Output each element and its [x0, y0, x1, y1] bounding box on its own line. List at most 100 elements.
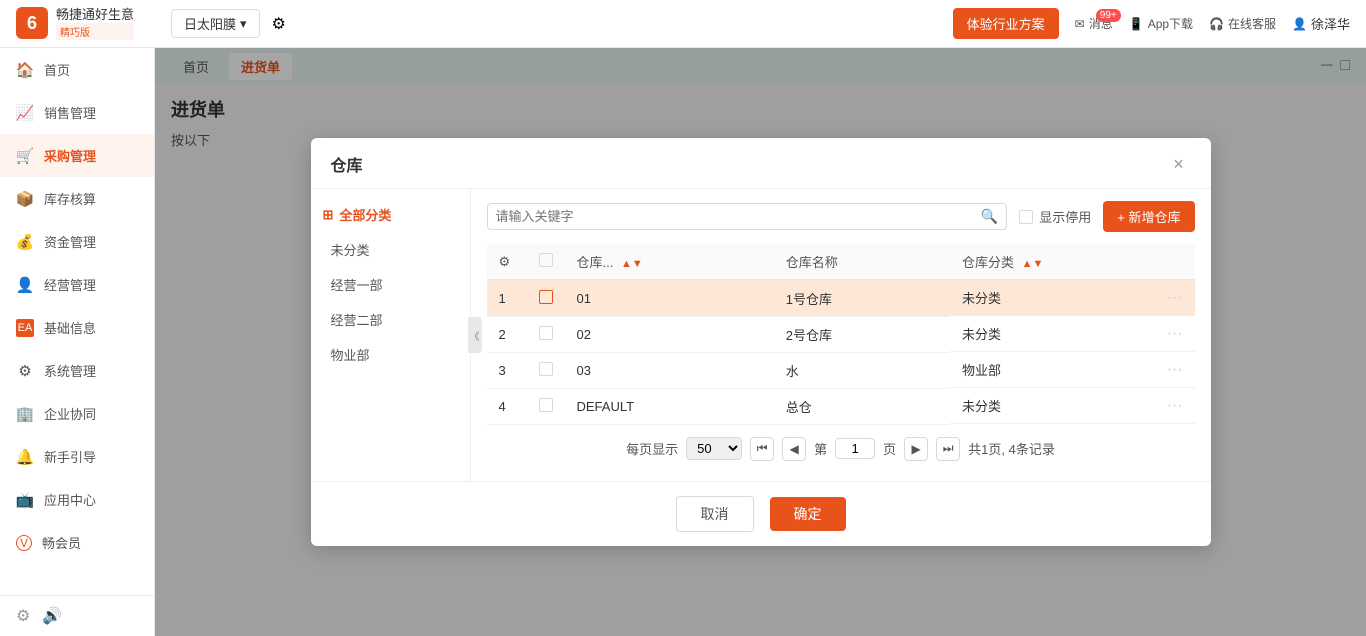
user-item[interactable]: 👤 徐泽华 — [1292, 14, 1350, 33]
row-check-3[interactable] — [527, 388, 565, 424]
messages-item[interactable]: ✉ 消息 99+ — [1075, 15, 1113, 32]
page-next-btn[interactable]: ▶ — [904, 437, 928, 461]
guide-icon: 🔔 — [16, 448, 34, 466]
sidebar-item-member[interactable]: V 畅会员 — [0, 521, 154, 564]
row-index-3: 4 — [487, 388, 527, 424]
apps-icon: 📺 — [16, 491, 34, 509]
sidebar-label-member: 畅会员 — [42, 533, 81, 552]
row-check-2[interactable] — [527, 352, 565, 388]
page-prev-btn[interactable]: ◀ — [782, 437, 806, 461]
sidebar-settings-icon[interactable]: ⚙ — [16, 606, 30, 626]
app-sub: 精巧版 — [56, 23, 134, 40]
row-category-1: 未分类 ··· — [950, 316, 1194, 352]
sidebar-item-operation[interactable]: 👤 经营管理 — [0, 263, 154, 306]
finance-icon: 💰 — [16, 233, 34, 251]
search-icon: 🔍 — [981, 208, 998, 225]
home-icon: 🏠 — [16, 61, 34, 79]
store-name: 日太阳膜 — [184, 14, 236, 33]
sidebar-item-finance[interactable]: 💰 资金管理 — [0, 220, 154, 263]
service-label: 在线客服 — [1228, 15, 1276, 32]
service-item[interactable]: 🎧 在线客服 — [1209, 15, 1276, 32]
col-settings[interactable]: ⚙ — [487, 244, 527, 280]
category-property[interactable]: 物业部 — [311, 337, 470, 372]
page-first-btn[interactable]: ⏮ — [750, 437, 774, 461]
row-code-3: DEFAULT — [565, 388, 774, 424]
modal-body: ⊞ 全部分类 未分类 经营一部 经营二部 物业部 — [311, 189, 1211, 481]
category-ops2[interactable]: 经营二部 — [311, 302, 470, 337]
sidebar-item-home[interactable]: 🏠 首页 — [0, 48, 154, 91]
row-code-2: 03 — [565, 352, 774, 388]
confirm-button[interactable]: 确定 — [770, 497, 846, 531]
row-name-3: 总仓 — [774, 388, 950, 424]
sidebar-label-purchase: 采购管理 — [44, 146, 96, 165]
row-name-0: 1号仓库 — [774, 280, 950, 317]
table-panel: 🔍 显示停用 + 新增仓库 — [471, 189, 1211, 481]
search-box: 🔍 — [487, 203, 1008, 230]
row-check-1[interactable] — [527, 316, 565, 352]
store-selector[interactable]: 日太阳膜 ▾ — [171, 9, 260, 38]
sidebar-item-sales[interactable]: 📈 销售管理 — [0, 91, 154, 134]
search-input[interactable] — [496, 209, 975, 224]
table-row[interactable]: 3 03 水 物业部 ··· — [487, 352, 1195, 388]
sidebar-item-inventory[interactable]: 📦 库存核算 — [0, 177, 154, 220]
row-index-1: 2 — [487, 316, 527, 352]
sort-code-icon[interactable]: ▲▼ — [621, 258, 643, 270]
sidebar-label-system: 系统管理 — [44, 361, 96, 380]
category-unclassified[interactable]: 未分类 — [311, 232, 470, 267]
message-icon: ✉ — [1075, 17, 1085, 31]
sidebar-item-basic[interactable]: EA 基础信息 — [0, 306, 154, 349]
sidebar-item-enterprise[interactable]: 🏢 企业协同 — [0, 392, 154, 435]
operation-icon: 👤 — [16, 276, 34, 294]
sidebar-item-purchase[interactable]: 🛒 采购管理 — [0, 134, 154, 177]
warehouse-modal: 仓库 × ⊞ 全部分类 未分类 经营 — [311, 138, 1211, 546]
settings-btn[interactable]: ⚙ — [272, 14, 286, 34]
sidebar-label-finance: 资金管理 — [44, 232, 96, 251]
show-disabled-checkbox[interactable] — [1019, 210, 1033, 224]
app-download-item[interactable]: 📱 App下载 — [1129, 15, 1193, 32]
sidebar-label-enterprise: 企业协同 — [44, 404, 96, 423]
sidebar-item-guide[interactable]: 🔔 新手引导 — [0, 435, 154, 478]
table-head: ⚙ 仓库... ▲▼ — [487, 244, 1195, 280]
header-icon-group: ✉ 消息 99+ 📱 App下载 🎧 在线客服 👤 徐泽华 — [1075, 14, 1350, 33]
sort-category-icon[interactable]: ▲▼ — [1022, 258, 1044, 270]
sidebar-item-system[interactable]: ⚙ 系统管理 — [0, 349, 154, 392]
row-check-0[interactable] — [527, 280, 565, 317]
trial-button[interactable]: 体验行业方案 — [953, 8, 1059, 39]
dropdown-icon: ▾ — [240, 16, 247, 32]
warehouse-table: ⚙ 仓库... ▲▼ — [487, 244, 1195, 425]
page-last-btn[interactable]: ⏭ — [936, 437, 960, 461]
row-code-1: 02 — [565, 316, 774, 352]
sidebar-label-operation: 经营管理 — [44, 275, 96, 294]
modal-header: 仓库 × — [311, 138, 1211, 189]
col-code: 仓库... ▲▼ — [565, 244, 774, 280]
table-toolbar: 🔍 显示停用 + 新增仓库 — [487, 201, 1195, 232]
top-header: 6 畅捷通好生意 精巧版 日太阳膜 ▾ ⚙ 体验行业方案 ✉ 消息 99+ 📱 … — [0, 0, 1366, 48]
category-ops1[interactable]: 经营一部 — [311, 267, 470, 302]
col-checkbox[interactable] — [527, 244, 565, 280]
row-category-3: 未分类 ··· — [950, 388, 1194, 424]
modal-close-button[interactable]: × — [1167, 152, 1191, 176]
category-collapse-btn[interactable]: 《 — [468, 317, 482, 353]
category-all[interactable]: ⊞ 全部分类 — [311, 197, 470, 232]
modal-overlay: 仓库 × ⊞ 全部分类 未分类 经营 — [155, 48, 1366, 636]
table-row[interactable]: 1 01 1号仓库 未分类 ··· — [487, 280, 1195, 317]
phone-icon: 📱 — [1129, 17, 1144, 31]
modal-title: 仓库 — [331, 152, 363, 176]
system-icon: ⚙ — [16, 362, 34, 380]
sidebar-audio-icon[interactable]: 🔊 — [42, 606, 62, 626]
add-warehouse-button[interactable]: + 新增仓库 — [1103, 201, 1194, 232]
row-category-0: 未分类 ··· — [950, 280, 1194, 316]
per-page-select[interactable]: 50 20 100 — [686, 437, 742, 460]
per-page-label: 每页显示 — [626, 439, 678, 458]
table-body: 1 01 1号仓库 未分类 ··· 2 02 2号仓库 未分类 ··· 3 03… — [487, 280, 1195, 425]
page-label: 第 — [814, 439, 827, 458]
select-all-checkbox[interactable] — [539, 253, 553, 267]
show-disabled-label[interactable]: 显示停用 — [1019, 207, 1091, 226]
sidebar-bottom: ⚙ 🔊 — [0, 595, 154, 636]
table-row[interactable]: 4 DEFAULT 总仓 未分类 ··· — [487, 388, 1195, 424]
table-container: ⚙ 仓库... ▲▼ — [487, 244, 1195, 425]
cancel-button[interactable]: 取消 — [676, 496, 754, 532]
sidebar-item-apps[interactable]: 📺 应用中心 — [0, 478, 154, 521]
page-input[interactable] — [835, 438, 875, 459]
table-row[interactable]: 2 02 2号仓库 未分类 ··· — [487, 316, 1195, 352]
